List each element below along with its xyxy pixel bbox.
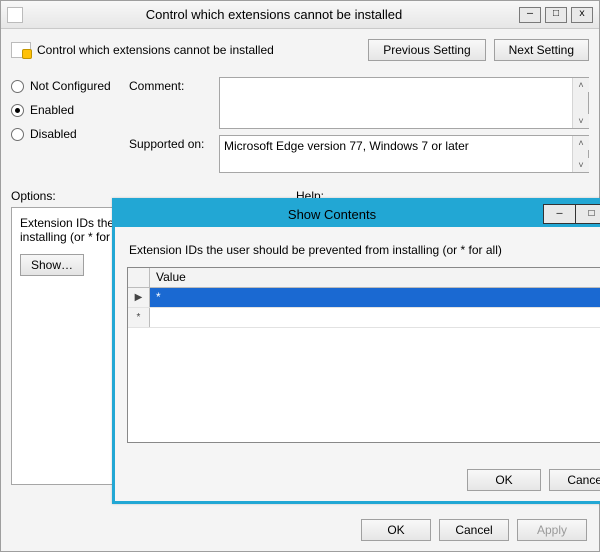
radio-icon xyxy=(11,128,24,141)
supported-on-field: Microsoft Edge version 77, Windows 7 or … xyxy=(219,135,589,173)
radio-label: Enabled xyxy=(30,103,74,117)
scroll-up-icon[interactable]: ˄ xyxy=(573,136,589,150)
row-indicator-icon: ▶ xyxy=(128,288,150,307)
modal-maximize-button[interactable]: □ xyxy=(575,204,600,224)
row-indicator-icon: * xyxy=(128,308,150,327)
scroll-up-icon[interactable]: ˄ xyxy=(573,78,589,92)
titlebar: Control which extensions cannot be insta… xyxy=(1,1,599,29)
modal-title: Show Contents xyxy=(121,207,543,222)
config-area: Not Configured Enabled Disabled Comment: xyxy=(11,77,589,179)
grid-cell[interactable]: * xyxy=(150,288,600,307)
setting-title: Control which extensions cannot be insta… xyxy=(37,43,368,57)
grid-header: Value xyxy=(128,268,600,288)
radio-icon xyxy=(11,104,24,117)
maximize-button[interactable]: □ xyxy=(545,7,567,23)
radio-not-configured[interactable]: Not Configured xyxy=(11,79,129,93)
ok-button[interactable]: OK xyxy=(361,519,431,541)
policy-icon xyxy=(7,7,23,23)
grid-row[interactable]: ▶ * xyxy=(128,288,600,308)
window-controls: — □ x xyxy=(519,7,593,23)
dialog-footer: OK Cancel Apply xyxy=(361,519,587,541)
subheader: Control which extensions cannot be insta… xyxy=(11,35,589,65)
comment-label: Comment: xyxy=(129,77,219,129)
radio-label: Disabled xyxy=(30,127,77,141)
modal-body: Extension IDs the user should be prevent… xyxy=(115,227,600,501)
comment-input[interactable]: ˄ ˅ xyxy=(219,77,589,129)
show-button[interactable]: Show… xyxy=(20,254,84,276)
minimize-button[interactable]: — xyxy=(519,7,541,23)
radio-label: Not Configured xyxy=(30,79,111,93)
modal-caption: Extension IDs the user should be prevent… xyxy=(129,243,600,257)
supported-value: Microsoft Edge version 77, Windows 7 or … xyxy=(224,139,469,153)
show-contents-dialog: Show Contents — □ x Extension IDs the us… xyxy=(112,198,600,504)
modal-footer: OK Cancel xyxy=(467,469,600,491)
next-setting-button[interactable]: Next Setting xyxy=(494,39,589,61)
scroll-down-icon[interactable]: ˅ xyxy=(573,114,589,128)
close-button[interactable]: x xyxy=(571,7,593,23)
radio-disabled[interactable]: Disabled xyxy=(11,127,129,141)
fields-column: Comment: ˄ ˅ Supported on: Microsoft Edg… xyxy=(129,77,589,179)
value-grid[interactable]: Value ▶ * * xyxy=(127,267,600,443)
radio-icon xyxy=(11,80,24,93)
scroll-down-icon[interactable]: ˅ xyxy=(573,158,589,172)
grid-row[interactable]: * xyxy=(128,308,600,328)
modal-cancel-button[interactable]: Cancel xyxy=(549,469,600,491)
grid-corner xyxy=(128,268,150,287)
modal-ok-button[interactable]: OK xyxy=(467,469,541,491)
column-header-value[interactable]: Value xyxy=(150,268,600,287)
scrollbar[interactable]: ˄ ˅ xyxy=(572,78,588,128)
window-title: Control which extensions cannot be insta… xyxy=(29,7,519,22)
setting-icon xyxy=(11,42,31,58)
scrollbar[interactable]: ˄ ˅ xyxy=(572,136,588,172)
radio-enabled[interactable]: Enabled xyxy=(11,103,129,117)
grid-cell[interactable] xyxy=(150,308,600,327)
modal-titlebar: Show Contents — □ x xyxy=(115,201,600,227)
modal-window-controls: — □ x xyxy=(543,204,600,224)
supported-label: Supported on: xyxy=(129,135,219,173)
cancel-button[interactable]: Cancel xyxy=(439,519,509,541)
apply-button[interactable]: Apply xyxy=(517,519,587,541)
previous-setting-button[interactable]: Previous Setting xyxy=(368,39,485,61)
modal-minimize-button[interactable]: — xyxy=(543,204,575,224)
state-radios: Not Configured Enabled Disabled xyxy=(11,77,129,179)
